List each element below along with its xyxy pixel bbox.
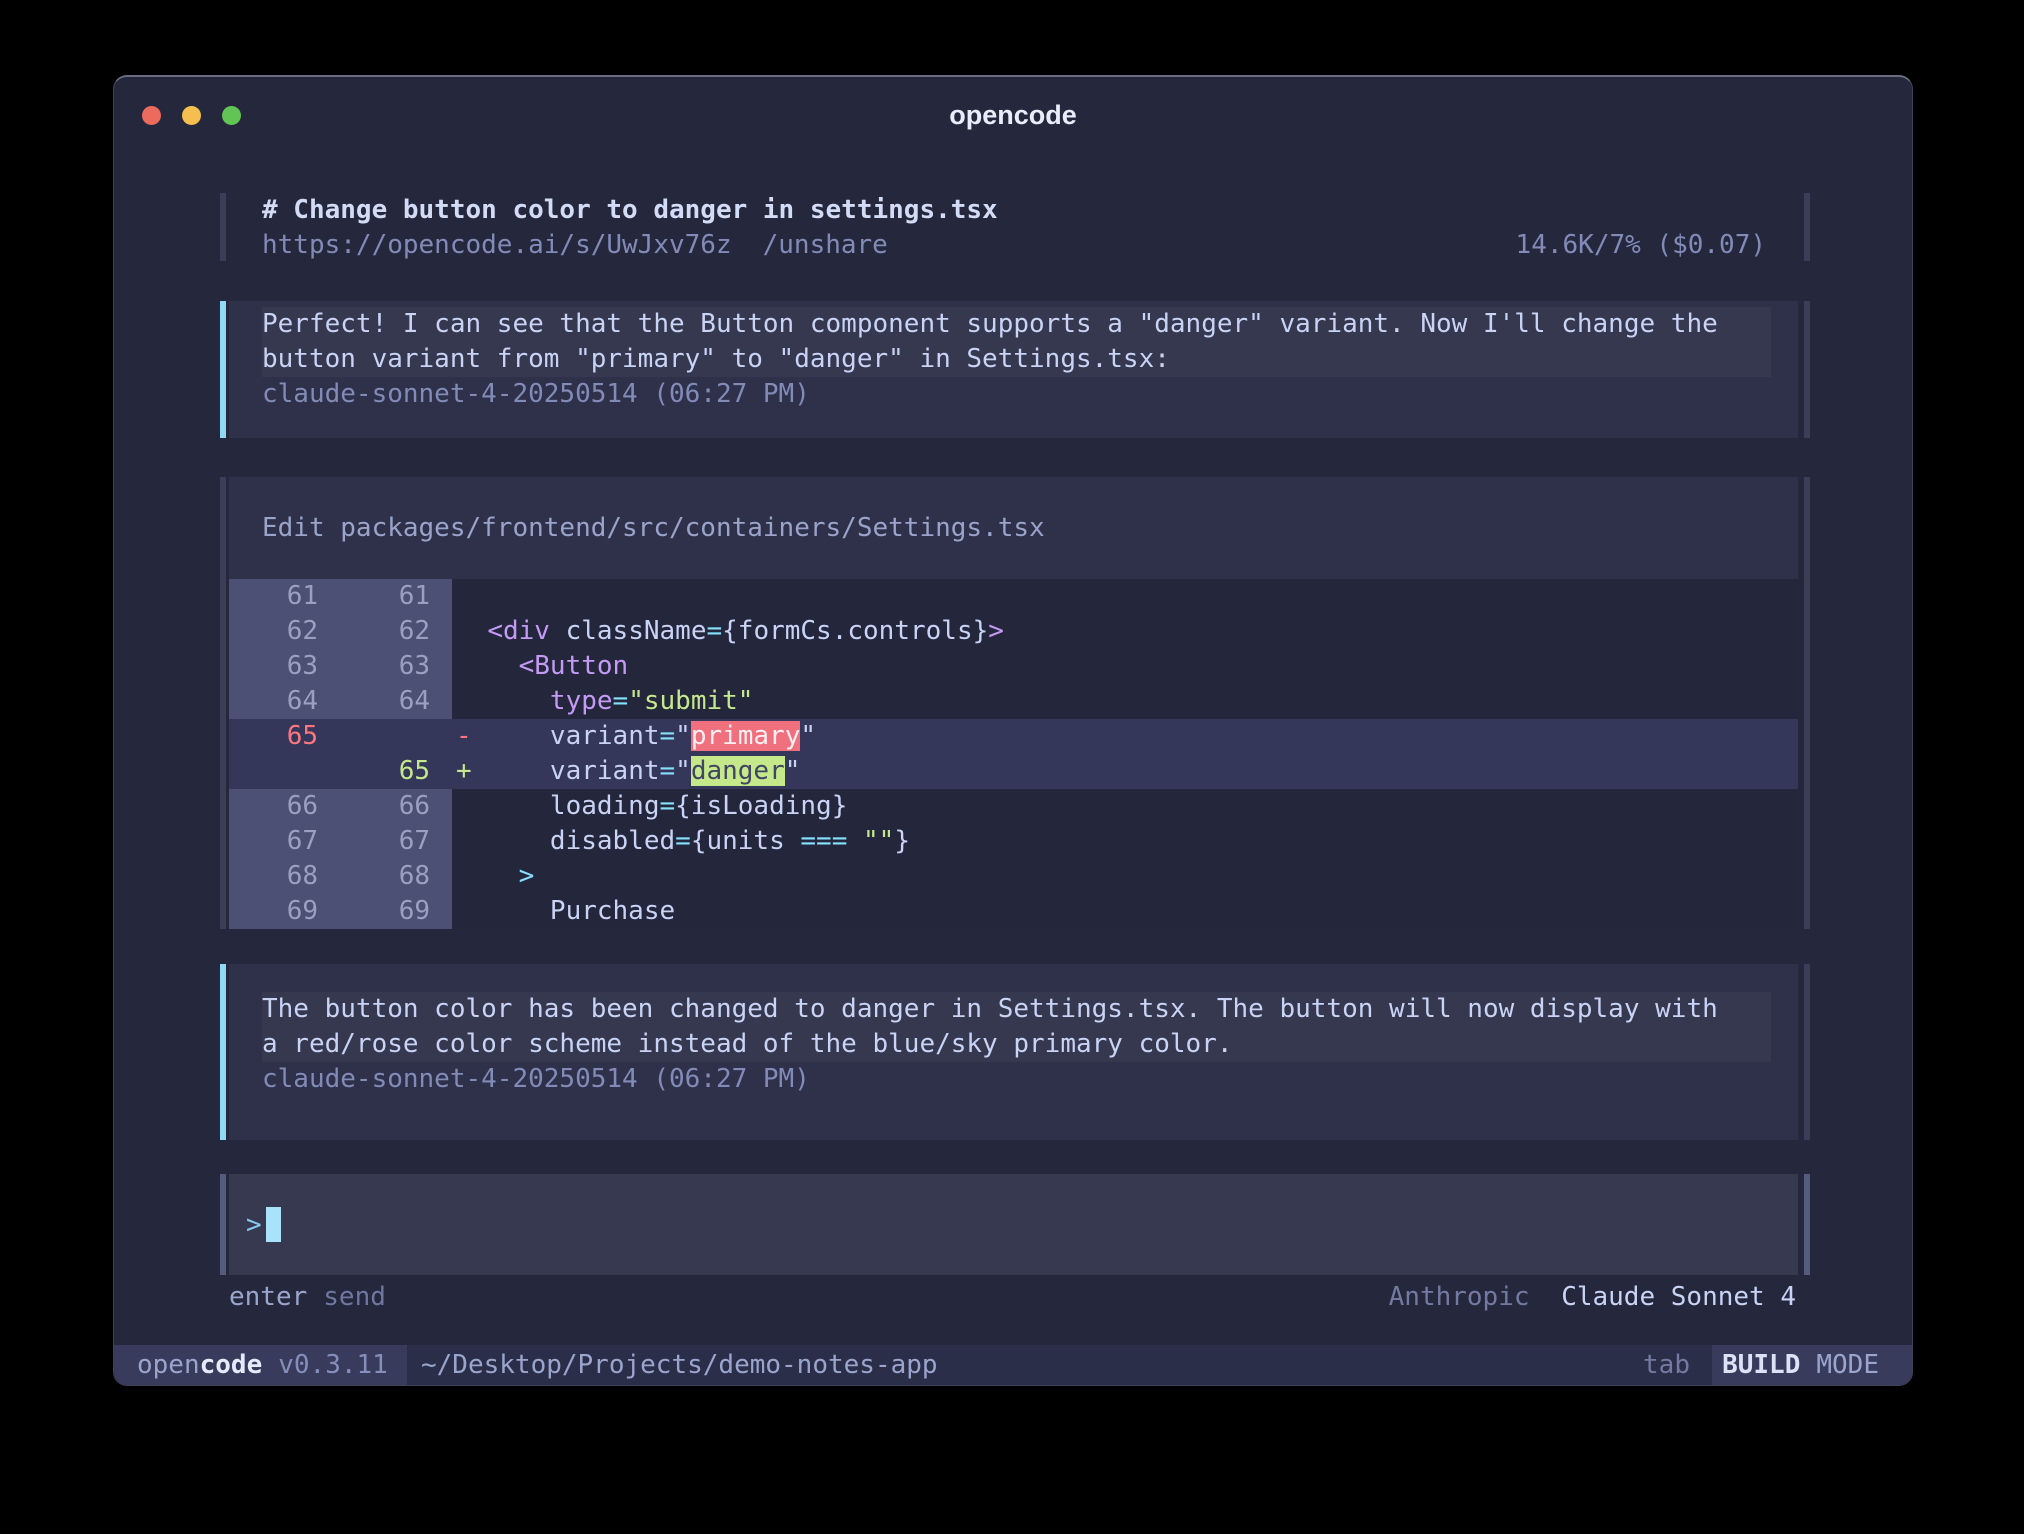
diff-row-context: 6262 <div className={formCs.controls}> [229,614,1798,649]
message-model-timestamp: claude-sonnet-4-20250514 (06:27 PM) [262,1062,1798,1097]
assistant-message: Perfect! I can see that the Button compo… [220,301,1810,438]
tab-key-hint: tab [1643,1350,1690,1380]
diff-row-context: 6666 loading={isLoading} [229,789,1798,824]
prompt-right-bar [1804,1174,1810,1275]
diff-rows: 61616262 <div className={formCs.controls… [229,579,1798,929]
unshare-command: /unshare [763,228,888,263]
context-usage-stats: 14.6K/7% ($0.07) [1516,228,1766,263]
enter-key-hint: enter [229,1280,307,1315]
send-action-hint: send [323,1280,386,1315]
status-bar: opencode v0.3.11 ~/Desktop/Projects/demo… [114,1345,1912,1385]
window-titlebar: opencode [114,77,1912,153]
session-title: # Change button color to danger in setti… [229,193,1798,228]
model-label: Claude Sonnet 4 [1561,1282,1796,1312]
app-version-segment: opencode v0.3.11 [114,1345,407,1385]
app-name: open [137,1350,200,1380]
message-accent-bar [220,964,226,1140]
working-directory: ~/Desktop/Projects/demo-notes-app [421,1350,938,1380]
assistant-message: The button color has been changed to dan… [220,964,1810,1140]
traffic-lights [142,77,241,153]
mode-segment[interactable]: BUILD MODE [1712,1345,1912,1385]
session-header: # Change button color to danger in setti… [220,193,1810,261]
session-right-bar [1804,193,1810,261]
session-left-bar [220,193,226,261]
mode-suffix: MODE [1816,1350,1879,1380]
message-text-line: Perfect! I can see that the Button compo… [262,307,1771,342]
minimize-button[interactable] [182,106,201,125]
window-title: opencode [949,100,1077,131]
diff-row-context: 6767 disabled={units === ""} [229,824,1798,859]
prompt-left-bar [220,1174,226,1275]
prompt-symbol: > [229,1210,262,1240]
app-version: v0.3.11 [278,1350,388,1380]
message-right-bar [1804,964,1810,1140]
diff-row-context: 6363 <Button [229,649,1798,684]
message-text-line: The button color has been changed to dan… [262,992,1771,1027]
provider-label: Anthropic [1389,1282,1530,1312]
mode-name: BUILD [1722,1350,1800,1380]
text-cursor [266,1207,281,1242]
edit-tool-block: Edit packages/frontend/src/containers/Se… [220,477,1810,929]
close-button[interactable] [142,106,161,125]
diff-row-context: 6868 > [229,859,1798,894]
message-text-line: a red/rose color scheme instead of the b… [262,1027,1771,1062]
opencode-terminal-window: opencode # Change button color to danger… [113,75,1913,1386]
edit-right-bar [1804,477,1810,929]
message-model-timestamp: claude-sonnet-4-20250514 (06:27 PM) [262,377,1798,412]
prompt-input[interactable]: > [220,1174,1810,1275]
diff-row-context: 6969 Purchase [229,894,1798,929]
edit-tool-title: Edit packages/frontend/src/containers/Se… [229,477,1798,579]
diff-row-context: 6161 [229,579,1798,614]
edit-left-bar [220,477,226,929]
zoom-button[interactable] [222,106,241,125]
diff-row-context: 6464 type="submit" [229,684,1798,719]
message-right-bar [1804,301,1810,438]
session-share-url: https://opencode.ai/s/UwJxv76z [262,228,732,263]
diff-row-removed: 65- variant="primary" [229,719,1798,754]
message-text-line: button variant from "primary" to "danger… [262,342,1771,377]
hints-row: enter send Anthropic Claude Sonnet 4 [229,1280,1796,1315]
message-accent-bar [220,301,226,438]
diff-row-added: 65+ variant="danger" [229,754,1798,789]
